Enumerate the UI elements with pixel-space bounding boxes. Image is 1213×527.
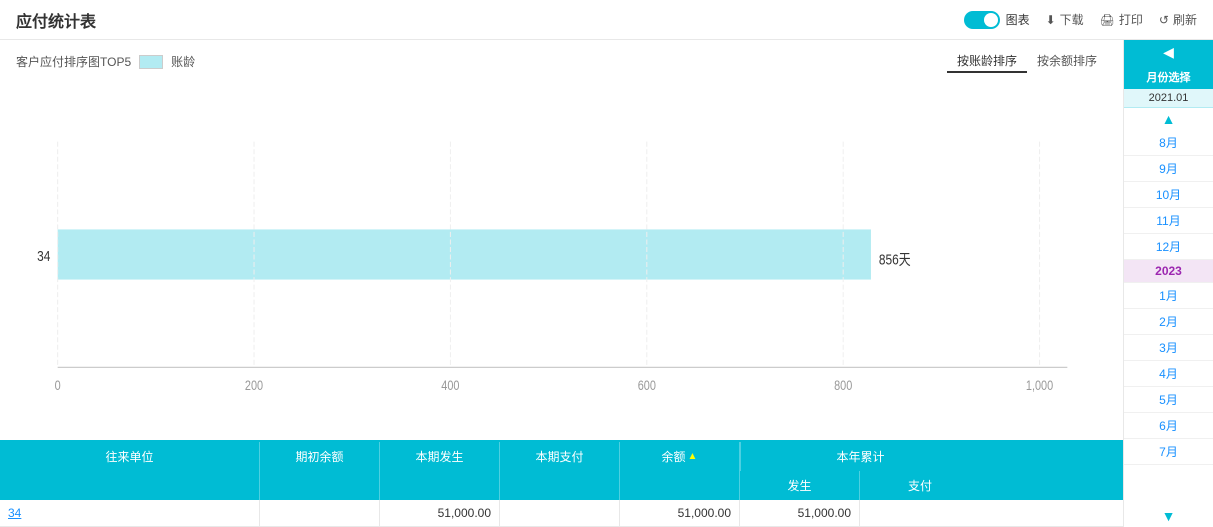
svg-text:0: 0 xyxy=(55,378,61,394)
col-current-pay-sub xyxy=(500,471,620,500)
sort-tabs: 按账龄排序 按余额排序 xyxy=(947,50,1107,73)
svg-text:1,000: 1,000 xyxy=(1026,378,1053,394)
svg-text:856天: 856天 xyxy=(879,251,911,268)
cell-current-pay xyxy=(500,500,620,526)
sidebar-month-item[interactable]: 1月 xyxy=(1124,283,1213,309)
sidebar-month-item[interactable]: 3月 xyxy=(1124,335,1213,361)
sidebar-month-item[interactable]: 12月 xyxy=(1124,234,1213,260)
col-yearly-pay-header: 支付 xyxy=(860,471,980,500)
col-current-occur-sub xyxy=(380,471,500,500)
sidebar-month-item[interactable]: 2023 xyxy=(1124,260,1213,283)
page-header: 应付统计表 图表 ⬇ 下载 🖨 打印 ↺ 刷新 xyxy=(0,0,1213,40)
refresh-label: 刷新 xyxy=(1173,11,1197,28)
chart-section: 客户应付排序图TOP5 账龄 按账龄排序 按余额排序 34 xyxy=(0,40,1123,440)
refresh-button[interactable]: ↺ 刷新 xyxy=(1159,11,1197,28)
svg-text:34: 34 xyxy=(37,247,51,264)
col-current-occur-header: 本期发生 xyxy=(380,442,500,471)
table-row: 34 51,000.00 51,000.00 51,000.00 xyxy=(0,500,1123,527)
cell-unit[interactable]: 34 xyxy=(0,500,260,526)
cell-opening xyxy=(260,500,380,526)
month-sidebar: ◀ 月份选择 2021.01 ▲ 8月9月10月11月12月20231月2月3月… xyxy=(1123,40,1213,527)
col-yearly-occur-header: 发生 xyxy=(740,471,860,500)
table-header-row1: 往来单位 期初余额 本期发生 本期支付 余额 ▲ 本年累计 xyxy=(0,442,1123,471)
sidebar-year-value[interactable]: 2021.01 xyxy=(1124,89,1213,108)
sidebar-month-item[interactable]: 9月 xyxy=(1124,156,1213,182)
balance-flag-icon: ▲ xyxy=(688,451,698,462)
chart-toggle[interactable] xyxy=(964,11,1000,29)
sidebar-month-item[interactable]: 10月 xyxy=(1124,182,1213,208)
col-balance-header: 余额 ▲ xyxy=(620,442,740,471)
print-label: 打印 xyxy=(1119,11,1143,28)
cell-current-occur: 51,000.00 xyxy=(380,500,500,526)
sidebar-scroll-down-btn[interactable]: ▼ xyxy=(1124,505,1213,527)
content-area: 客户应付排序图TOP5 账龄 按账龄排序 按余额排序 34 xyxy=(0,40,1213,527)
sidebar-month-item[interactable]: 5月 xyxy=(1124,387,1213,413)
chart-toggle-wrap: 图表 xyxy=(964,11,1030,29)
svg-text:800: 800 xyxy=(834,378,852,394)
cell-yearly-occur: 51,000.00 xyxy=(740,500,860,526)
table-container: 往来单位 期初余额 本期发生 本期支付 余额 ▲ 本年累计 xyxy=(0,442,1123,527)
legend-left: 客户应付排序图TOP5 账龄 xyxy=(16,53,195,70)
legend-box-label: 账龄 xyxy=(171,53,195,70)
svg-text:400: 400 xyxy=(441,378,459,394)
sidebar-header: 月份选择 xyxy=(1124,65,1213,89)
print-button[interactable]: 🖨 打印 xyxy=(1100,11,1143,28)
sidebar-month-item[interactable]: 6月 xyxy=(1124,413,1213,439)
col-current-pay-header: 本期支付 xyxy=(500,442,620,471)
sort-by-amount-tab[interactable]: 按余额排序 xyxy=(1027,50,1107,73)
legend-box xyxy=(139,55,163,69)
sidebar-collapse-btn[interactable]: ◀ xyxy=(1124,40,1213,65)
col-yearly-header: 本年累计 xyxy=(740,442,980,471)
sidebar-month-item[interactable]: 8月 xyxy=(1124,130,1213,156)
sort-by-balance-tab[interactable]: 按账龄排序 xyxy=(947,50,1027,73)
chart-svg: 34 856天 0 200 400 600 800 1,000 xyxy=(16,79,1107,430)
cell-yearly-pay xyxy=(860,500,980,526)
chart-legend: 客户应付排序图TOP5 账龄 按账龄排序 按余额排序 xyxy=(16,50,1107,73)
col-opening-sub xyxy=(260,471,380,500)
svg-text:200: 200 xyxy=(245,378,263,394)
chart-toggle-label: 图表 xyxy=(1006,11,1030,28)
sidebar-month-item[interactable]: 7月 xyxy=(1124,439,1213,465)
download-label: 下载 xyxy=(1060,11,1084,28)
col-balance-sub xyxy=(620,471,740,500)
chart-wrapper: 34 856天 0 200 400 600 800 1,000 xyxy=(16,79,1107,430)
sidebar-month-item[interactable]: 4月 xyxy=(1124,361,1213,387)
sidebar-month-item[interactable]: 2月 xyxy=(1124,309,1213,335)
cell-balance: 51,000.00 xyxy=(620,500,740,526)
col-unit-header: 往来单位 xyxy=(0,442,260,471)
col-unit-sub xyxy=(0,471,260,500)
col-opening-header: 期初余额 xyxy=(260,442,380,471)
download-button[interactable]: ⬇ 下载 xyxy=(1046,11,1084,28)
refresh-icon: ↺ xyxy=(1159,13,1169,27)
sidebar-months-list: 8月9月10月11月12月20231月2月3月4月5月6月7月 xyxy=(1124,130,1213,505)
svg-text:600: 600 xyxy=(638,378,656,394)
page-title: 应付统计表 xyxy=(16,8,96,32)
sidebar-scroll-up-btn[interactable]: ▲ xyxy=(1124,108,1213,130)
sidebar-month-item[interactable]: 11月 xyxy=(1124,208,1213,234)
table-header-row2: 发生 支付 xyxy=(0,471,1123,500)
table-section: 往来单位 期初余额 本期发生 本期支付 余额 ▲ 本年累计 xyxy=(0,440,1123,527)
legend-title: 客户应付排序图TOP5 xyxy=(16,53,131,70)
header-actions: 图表 ⬇ 下载 🖨 打印 ↺ 刷新 xyxy=(964,11,1197,29)
print-icon: 🖨 xyxy=(1100,13,1115,27)
download-icon: ⬇ xyxy=(1046,13,1056,27)
